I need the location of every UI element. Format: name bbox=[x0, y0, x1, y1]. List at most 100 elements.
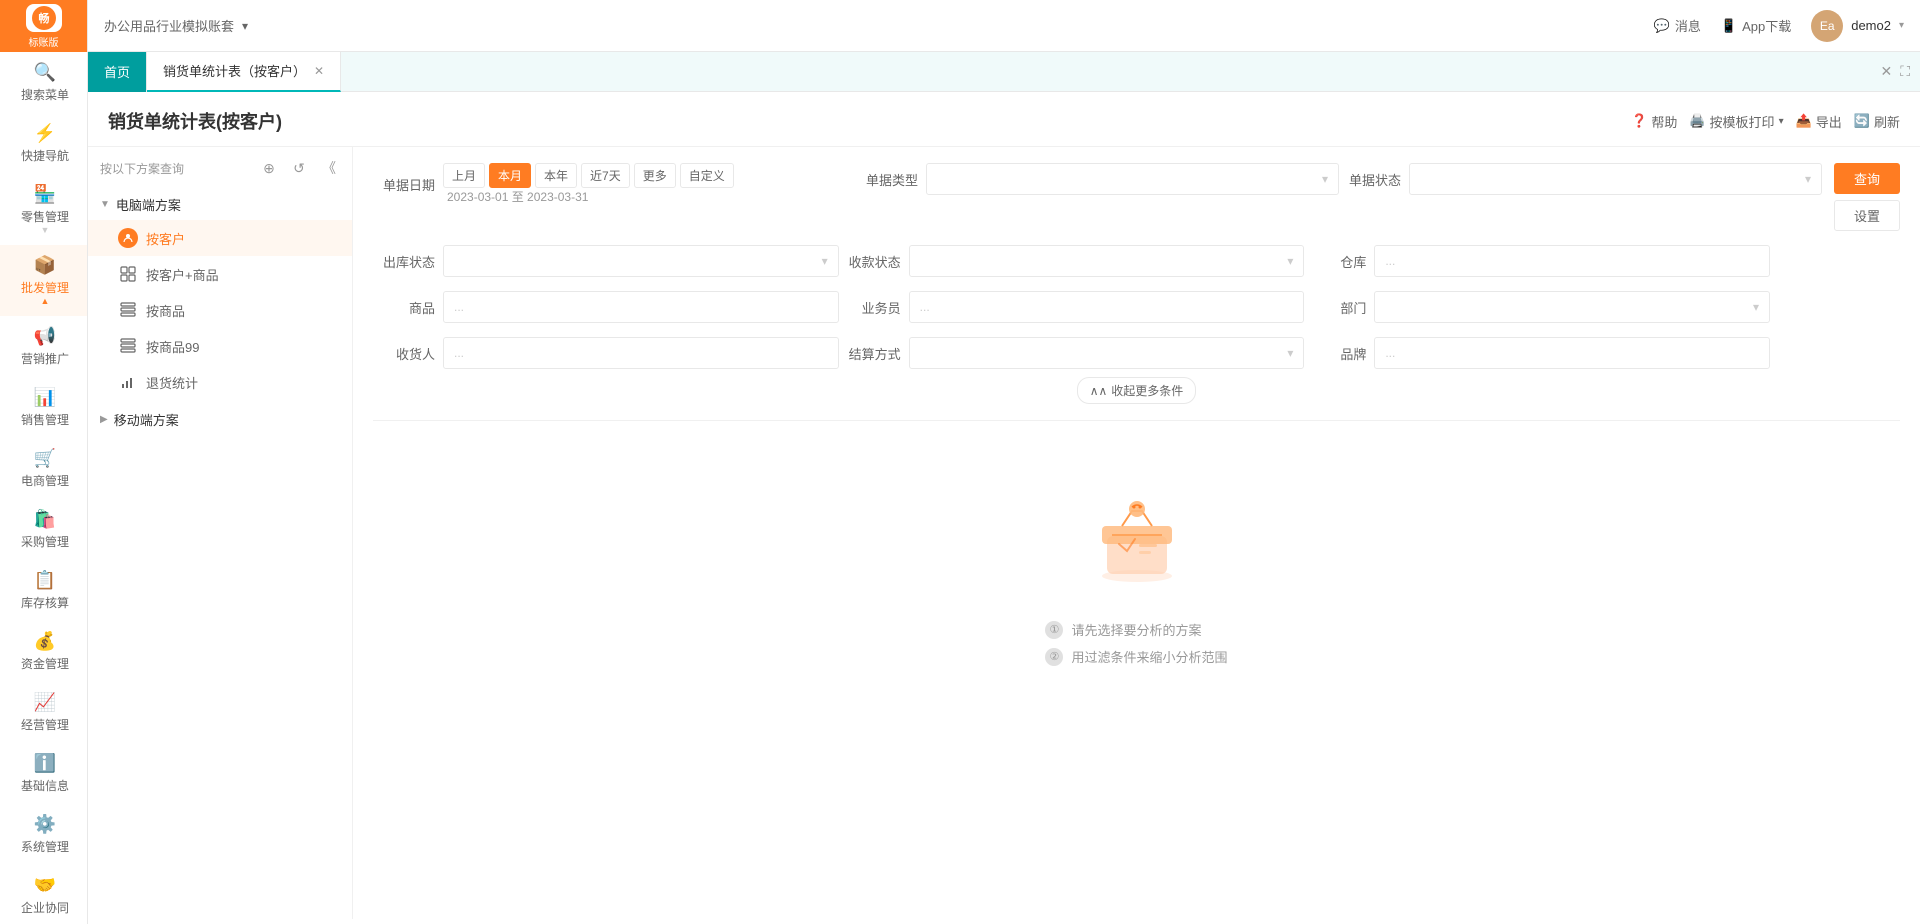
page-content: 销货单统计表(按客户) ❓ 帮助 🖨️ 按模板打印 ▾ 📤 导出 🔄 刷新 bbox=[88, 92, 1920, 924]
scheme-item-by-product99[interactable]: 按商品99 bbox=[88, 328, 352, 364]
ecommerce-icon: 🛒 bbox=[34, 448, 56, 469]
order-status-select[interactable]: ▾ bbox=[1409, 163, 1822, 195]
pay-status-label: 收款状态 bbox=[839, 252, 909, 271]
warehouse-placeholder: ... bbox=[1385, 254, 1395, 268]
logo-area: 畅 标账版 bbox=[0, 0, 87, 52]
sidebar-item-enterprise[interactable]: 🤝 企业协同 bbox=[0, 865, 87, 924]
message-button[interactable]: 💬 消息 bbox=[1654, 16, 1701, 35]
scheme-group-mobile-title[interactable]: ▶ 移动端方案 bbox=[88, 404, 352, 435]
settlement-select[interactable]: ▾ bbox=[909, 337, 1305, 369]
receiver-label: 收货人 bbox=[373, 344, 443, 363]
product-col: 商品 ... bbox=[373, 291, 839, 323]
tab-home[interactable]: 首页 bbox=[88, 52, 147, 92]
date-btn-this-month[interactable]: 本月 bbox=[489, 163, 531, 188]
download-icon: 📱 bbox=[1721, 18, 1737, 34]
product-select[interactable]: ... bbox=[443, 291, 839, 323]
order-type-select[interactable]: ▾ bbox=[926, 163, 1339, 195]
warehouse-label: 仓库 bbox=[1304, 252, 1374, 271]
tab-bar-content: 首页 销货单统计表（按客户） ✕ bbox=[88, 52, 1880, 92]
sidebar-item-search[interactable]: 🔍 搜索菜单 bbox=[0, 52, 87, 113]
export-button[interactable]: 📤 导出 bbox=[1796, 112, 1842, 131]
sidebar-item-basic[interactable]: ℹ️ 基础信息 bbox=[0, 743, 87, 804]
tip-num-2: ② bbox=[1045, 648, 1063, 666]
filter-row-1: 单据日期 上月 本月 本年 近7天 更多 自定义 2023-03-01 至 20… bbox=[373, 163, 1900, 231]
warehouse-select[interactable]: ... bbox=[1374, 245, 1770, 277]
order-status-col: 单据状态 ▾ bbox=[1339, 163, 1822, 195]
settlement-label: 结算方式 bbox=[839, 344, 909, 363]
sidebar-item-system[interactable]: ⚙️ 系统管理 bbox=[0, 804, 87, 865]
scheme-group-desktop-title[interactable]: ▼ 电脑端方案 bbox=[88, 189, 352, 220]
dept-select[interactable]: ▾ bbox=[1374, 291, 1770, 323]
scheme-group-desktop: ▼ 电脑端方案 按客户 按客户+商品 bbox=[88, 189, 352, 400]
user-name: demo2 bbox=[1851, 18, 1891, 33]
date-btn-custom[interactable]: 自定义 bbox=[680, 163, 734, 188]
scheme-item-return-stats[interactable]: 退货统计 bbox=[88, 364, 352, 400]
dept-dropdown-icon: ▾ bbox=[1753, 300, 1759, 314]
sidebar-item-retail[interactable]: 🏪 零售管理 ▼ bbox=[0, 174, 87, 245]
sidebar-nav: 🔍 搜索菜单 ⚡ 快捷导航 🏪 零售管理 ▼ 📦 批发管理 ▲ 📢 营销推广 📊… bbox=[0, 52, 87, 924]
basic-icon: ℹ️ bbox=[34, 753, 56, 774]
sidebar-item-operations[interactable]: 📈 经营管理 bbox=[0, 682, 87, 743]
logo-text: 标账版 bbox=[29, 34, 59, 49]
sidebar-item-inventory[interactable]: 📋 库存核算 bbox=[0, 560, 87, 621]
query-button[interactable]: 查询 bbox=[1834, 163, 1900, 194]
scheme-refresh-icon[interactable]: ↺ bbox=[288, 157, 310, 179]
action-buttons: 查询 设置 bbox=[1822, 163, 1900, 231]
filter-row-3: 商品 ... 业务员 ... 部门 bbox=[373, 291, 1900, 323]
brand-placeholder: ... bbox=[1385, 346, 1395, 360]
sidebar-item-ecommerce[interactable]: 🛒 电商管理 bbox=[0, 438, 87, 499]
out-status-select[interactable]: ▾ bbox=[443, 245, 839, 277]
tab-window-close-icon[interactable]: ✕ bbox=[1880, 63, 1892, 80]
scheme-add-icon[interactable]: ⊕ bbox=[258, 157, 280, 179]
date-btn-7days[interactable]: 近7天 bbox=[581, 163, 630, 188]
order-type-dropdown-icon: ▾ bbox=[1322, 172, 1328, 186]
scheme-item-by-product[interactable]: 按商品 bbox=[88, 292, 352, 328]
sidebar-item-marketing[interactable]: 📢 营销推广 bbox=[0, 316, 87, 377]
date-filter-col: 单据日期 上月 本月 本年 近7天 更多 自定义 2023-03-01 至 20… bbox=[373, 163, 856, 205]
collapse-arrow-icon: ∧∧ bbox=[1090, 384, 1108, 398]
enterprise-icon: 🤝 bbox=[34, 875, 56, 896]
print-icon: 🖨️ bbox=[1689, 113, 1705, 129]
export-icon: 📤 bbox=[1796, 113, 1812, 129]
by-customer-label: 按客户 bbox=[146, 229, 185, 248]
scheme-collapse-icon[interactable]: 《 bbox=[318, 157, 340, 179]
date-btn-more[interactable]: 更多 bbox=[634, 163, 676, 188]
receiver-select[interactable]: ... bbox=[443, 337, 839, 369]
order-status-dropdown-icon: ▾ bbox=[1805, 172, 1811, 186]
pay-status-select[interactable]: ▾ bbox=[909, 245, 1305, 277]
scheme-header-title: 按以下方案查询 bbox=[100, 160, 184, 177]
user-menu[interactable]: Ea demo2 ▾ bbox=[1811, 10, 1904, 42]
date-btn-this-year[interactable]: 本年 bbox=[535, 163, 577, 188]
tab-window-maximize-icon[interactable]: ⛶ bbox=[1900, 63, 1910, 80]
main-area: 办公用品行业模拟账套 ▾ 💬 消息 📱 App下载 Ea demo2 ▾ bbox=[88, 0, 1920, 924]
scheme-item-by-customer[interactable]: 按客户 bbox=[88, 220, 352, 256]
tab-close-icon[interactable]: ✕ bbox=[314, 64, 324, 78]
sidebar-item-quicknav[interactable]: ⚡ 快捷导航 bbox=[0, 113, 87, 174]
sidebar-item-purchase[interactable]: 🛍️ 采购管理 bbox=[0, 499, 87, 560]
app-title: 办公用品行业模拟账套 bbox=[104, 16, 234, 35]
salesperson-select[interactable]: ... bbox=[909, 291, 1305, 323]
tab-bar-right: ✕ ⛶ bbox=[1880, 63, 1920, 80]
sidebar-item-finance[interactable]: 💰 资金管理 bbox=[0, 621, 87, 682]
scheme-item-by-customer-product[interactable]: 按客户+商品 bbox=[88, 256, 352, 292]
tab-sales-stats[interactable]: 销货单统计表（按客户） ✕ bbox=[147, 52, 341, 92]
by-product99-label: 按商品99 bbox=[146, 337, 199, 356]
return-stats-icon bbox=[118, 372, 138, 392]
refresh-button[interactable]: 🔄 刷新 bbox=[1854, 112, 1900, 131]
salesperson-label: 业务员 bbox=[839, 298, 909, 317]
settings-button[interactable]: 设置 bbox=[1834, 200, 1900, 231]
brand-select[interactable]: ... bbox=[1374, 337, 1770, 369]
warehouse-col: 仓库 ... bbox=[1304, 245, 1770, 277]
help-button[interactable]: ❓ 帮助 bbox=[1631, 112, 1677, 131]
app-download-button[interactable]: 📱 App下载 bbox=[1721, 16, 1791, 35]
collapse-button[interactable]: ∧∧ 收起更多条件 bbox=[1077, 377, 1197, 404]
date-btn-last-month[interactable]: 上月 bbox=[443, 163, 485, 188]
app-download-label: App下载 bbox=[1742, 16, 1791, 35]
filter-row-4: 收货人 ... 结算方式 ▾ 品牌 bbox=[373, 337, 1900, 369]
print-button[interactable]: 🖨️ 按模板打印 ▾ bbox=[1689, 112, 1783, 131]
receiver-col: 收货人 ... bbox=[373, 337, 839, 369]
header-dropdown-icon[interactable]: ▾ bbox=[242, 19, 248, 33]
sidebar-item-wholesale[interactable]: 📦 批发管理 ▲ bbox=[0, 245, 87, 316]
date-btn-group: 上月 本月 本年 近7天 更多 自定义 bbox=[443, 163, 734, 188]
sidebar-item-sales[interactable]: 📊 销售管理 bbox=[0, 377, 87, 438]
